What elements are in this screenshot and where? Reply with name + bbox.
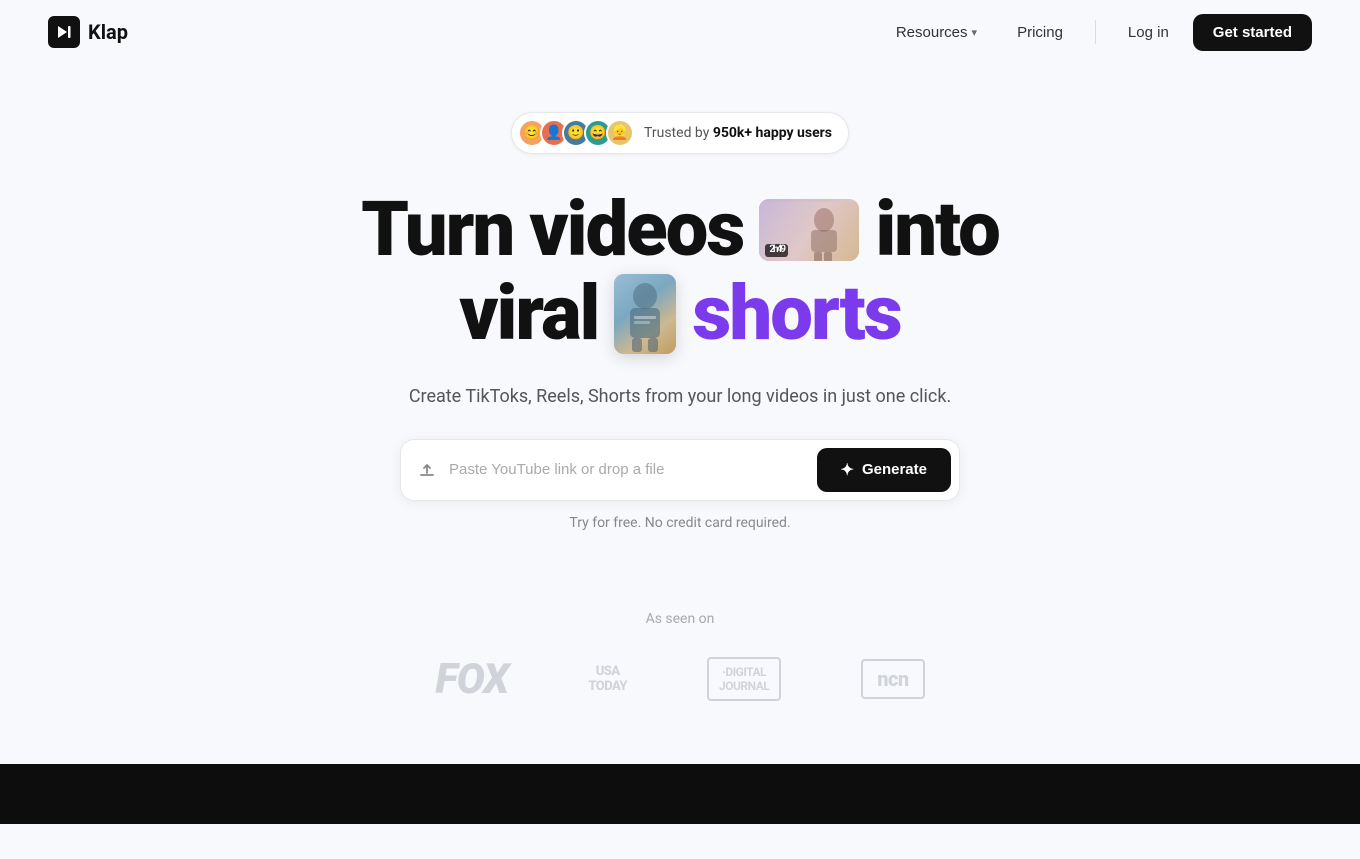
- login-button[interactable]: Log in: [1112, 16, 1185, 49]
- nav-right: Resources ▾ Pricing Log in Get started: [880, 14, 1312, 51]
- try-free-text: Try for free. No credit card required.: [569, 515, 790, 531]
- video-thumbnail-large: 2h49: [759, 199, 859, 261]
- dark-section-bottom: [0, 764, 1360, 824]
- generate-button[interactable]: ✦ Generate: [817, 448, 951, 492]
- press-section: As seen on FOX USATODAY ·DIGITALJOURNAL …: [130, 611, 1230, 704]
- sparkle-icon: ✦: [841, 460, 854, 480]
- get-started-button[interactable]: Get started: [1193, 14, 1312, 51]
- fox-logo: FOX: [435, 655, 508, 704]
- video-thumbnail-small: [614, 274, 676, 354]
- avatar: 👱: [606, 119, 634, 147]
- navbar: Klap Resources ▾ Pricing Log in Get star…: [0, 0, 1360, 64]
- hero-section: 😊 👤 🙂 😄 👱 Trusted by 950k+ happy users T…: [0, 64, 1360, 764]
- logo-icon: [48, 16, 80, 48]
- main-headline: Turn videos: [361, 190, 999, 354]
- press-logos-row: FOX USATODAY ·DIGITALJOURNAL ncn: [130, 655, 1230, 704]
- chevron-down-icon: ▾: [972, 26, 978, 39]
- trust-text: Trusted by 950k+ happy users: [644, 125, 832, 141]
- pricing-button[interactable]: Pricing: [1001, 16, 1079, 49]
- resources-menu-button[interactable]: Resources ▾: [880, 16, 993, 49]
- url-input-wrapper: ✦ Generate: [400, 439, 960, 501]
- upload-icon: [417, 460, 437, 480]
- nav-divider: [1095, 20, 1096, 44]
- logo-text: Klap: [88, 20, 128, 44]
- video-duration: 2h49: [765, 244, 788, 257]
- logo-link[interactable]: Klap: [48, 16, 128, 48]
- youtube-url-input[interactable]: [449, 461, 805, 478]
- thumbnail-image-small: [614, 274, 676, 354]
- ncn-logo: ncn: [861, 659, 924, 699]
- headline-line2: viral: [361, 274, 999, 354]
- as-seen-label: As seen on: [130, 611, 1230, 627]
- headline-line1: Turn videos: [361, 190, 999, 270]
- trust-badge: 😊 👤 🙂 😄 👱 Trusted by 950k+ happy users: [511, 112, 849, 154]
- usa-today-logo: USATODAY: [588, 664, 627, 695]
- hero-subtitle: Create TikToks, Reels, Shorts from your …: [409, 386, 951, 407]
- avatar-group: 😊 👤 🙂 😄 👱: [518, 119, 634, 147]
- digital-journal-logo: ·DIGITALJOURNAL: [707, 657, 781, 701]
